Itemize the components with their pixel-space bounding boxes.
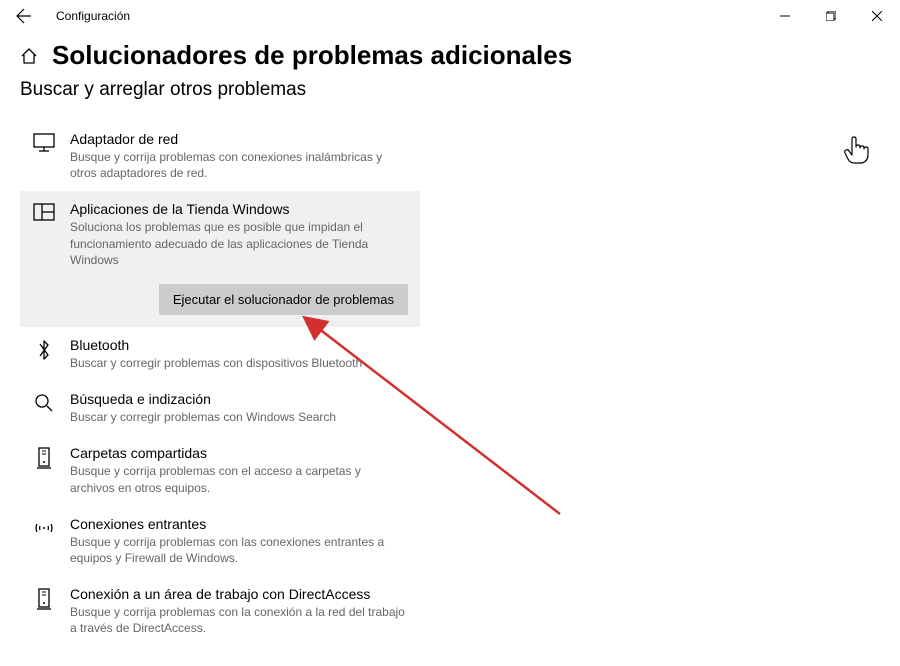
maximize-icon xyxy=(826,11,836,21)
item-title: Carpetas compartidas xyxy=(70,445,408,461)
troubleshooter-network-adapter[interactable]: Adaptador de red Busque y corrija proble… xyxy=(20,121,420,191)
close-button[interactable] xyxy=(854,0,900,32)
wifi-icon xyxy=(32,518,56,566)
minimize-button[interactable] xyxy=(762,0,808,32)
item-desc: Busque y corrija problemas con las conex… xyxy=(70,534,408,566)
item-desc: Busque y corrija problemas con la conexi… xyxy=(70,604,408,636)
maximize-button[interactable] xyxy=(808,0,854,32)
item-title: Bluetooth xyxy=(70,337,408,353)
server-icon xyxy=(32,447,56,495)
troubleshooter-shared-folders[interactable]: Carpetas compartidas Busque y corrija pr… xyxy=(20,435,420,505)
item-title: Búsqueda e indización xyxy=(70,391,408,407)
apps-icon xyxy=(32,203,56,268)
page-header: Solucionadores de problemas adicionales xyxy=(20,40,880,71)
item-desc: Soluciona los problemas que es posible q… xyxy=(70,219,408,268)
troubleshooter-list: Adaptador de red Busque y corrija proble… xyxy=(20,121,420,646)
monitor-icon xyxy=(32,133,56,181)
troubleshooter-search[interactable]: Búsqueda e indización Buscar y corregir … xyxy=(20,381,420,435)
item-desc: Busque y corrija problemas con el acceso… xyxy=(70,463,408,495)
back-button[interactable] xyxy=(8,0,40,32)
search-icon xyxy=(32,393,56,425)
close-icon xyxy=(872,11,882,21)
troubleshooter-directaccess[interactable]: Conexión a un área de trabajo con Direct… xyxy=(20,576,420,646)
item-title: Aplicaciones de la Tienda Windows xyxy=(70,201,408,217)
run-button-row: Ejecutar el solucionador de problemas xyxy=(20,284,420,327)
page-title: Solucionadores de problemas adicionales xyxy=(52,40,572,71)
window-title: Configuración xyxy=(56,9,130,23)
item-title: Conexión a un área de trabajo con Direct… xyxy=(70,586,408,602)
minimize-icon xyxy=(780,11,790,21)
section-heading: Buscar y arreglar otros problemas xyxy=(20,79,880,101)
item-desc: Busque y corrija problemas con conexione… xyxy=(70,149,408,181)
item-desc: Buscar y corregir problemas con Windows … xyxy=(70,409,408,425)
item-title: Conexiones entrantes xyxy=(70,516,408,532)
content-area: Solucionadores de problemas adicionales … xyxy=(0,32,900,666)
item-desc: Buscar y corregir problemas con disposit… xyxy=(70,355,408,371)
home-icon[interactable] xyxy=(20,47,38,65)
troubleshooter-incoming-connections[interactable]: Conexiones entrantes Busque y corrija pr… xyxy=(20,506,420,576)
bluetooth-icon xyxy=(32,339,56,371)
troubleshooter-store-apps[interactable]: Aplicaciones de la Tienda Windows Soluci… xyxy=(20,191,420,284)
server-icon xyxy=(32,588,56,636)
back-arrow-icon xyxy=(16,8,32,24)
run-troubleshooter-button[interactable]: Ejecutar el solucionador de problemas xyxy=(159,284,408,315)
window-controls xyxy=(762,0,900,32)
troubleshooter-bluetooth[interactable]: Bluetooth Buscar y corregir problemas co… xyxy=(20,327,420,381)
item-title: Adaptador de red xyxy=(70,131,408,147)
